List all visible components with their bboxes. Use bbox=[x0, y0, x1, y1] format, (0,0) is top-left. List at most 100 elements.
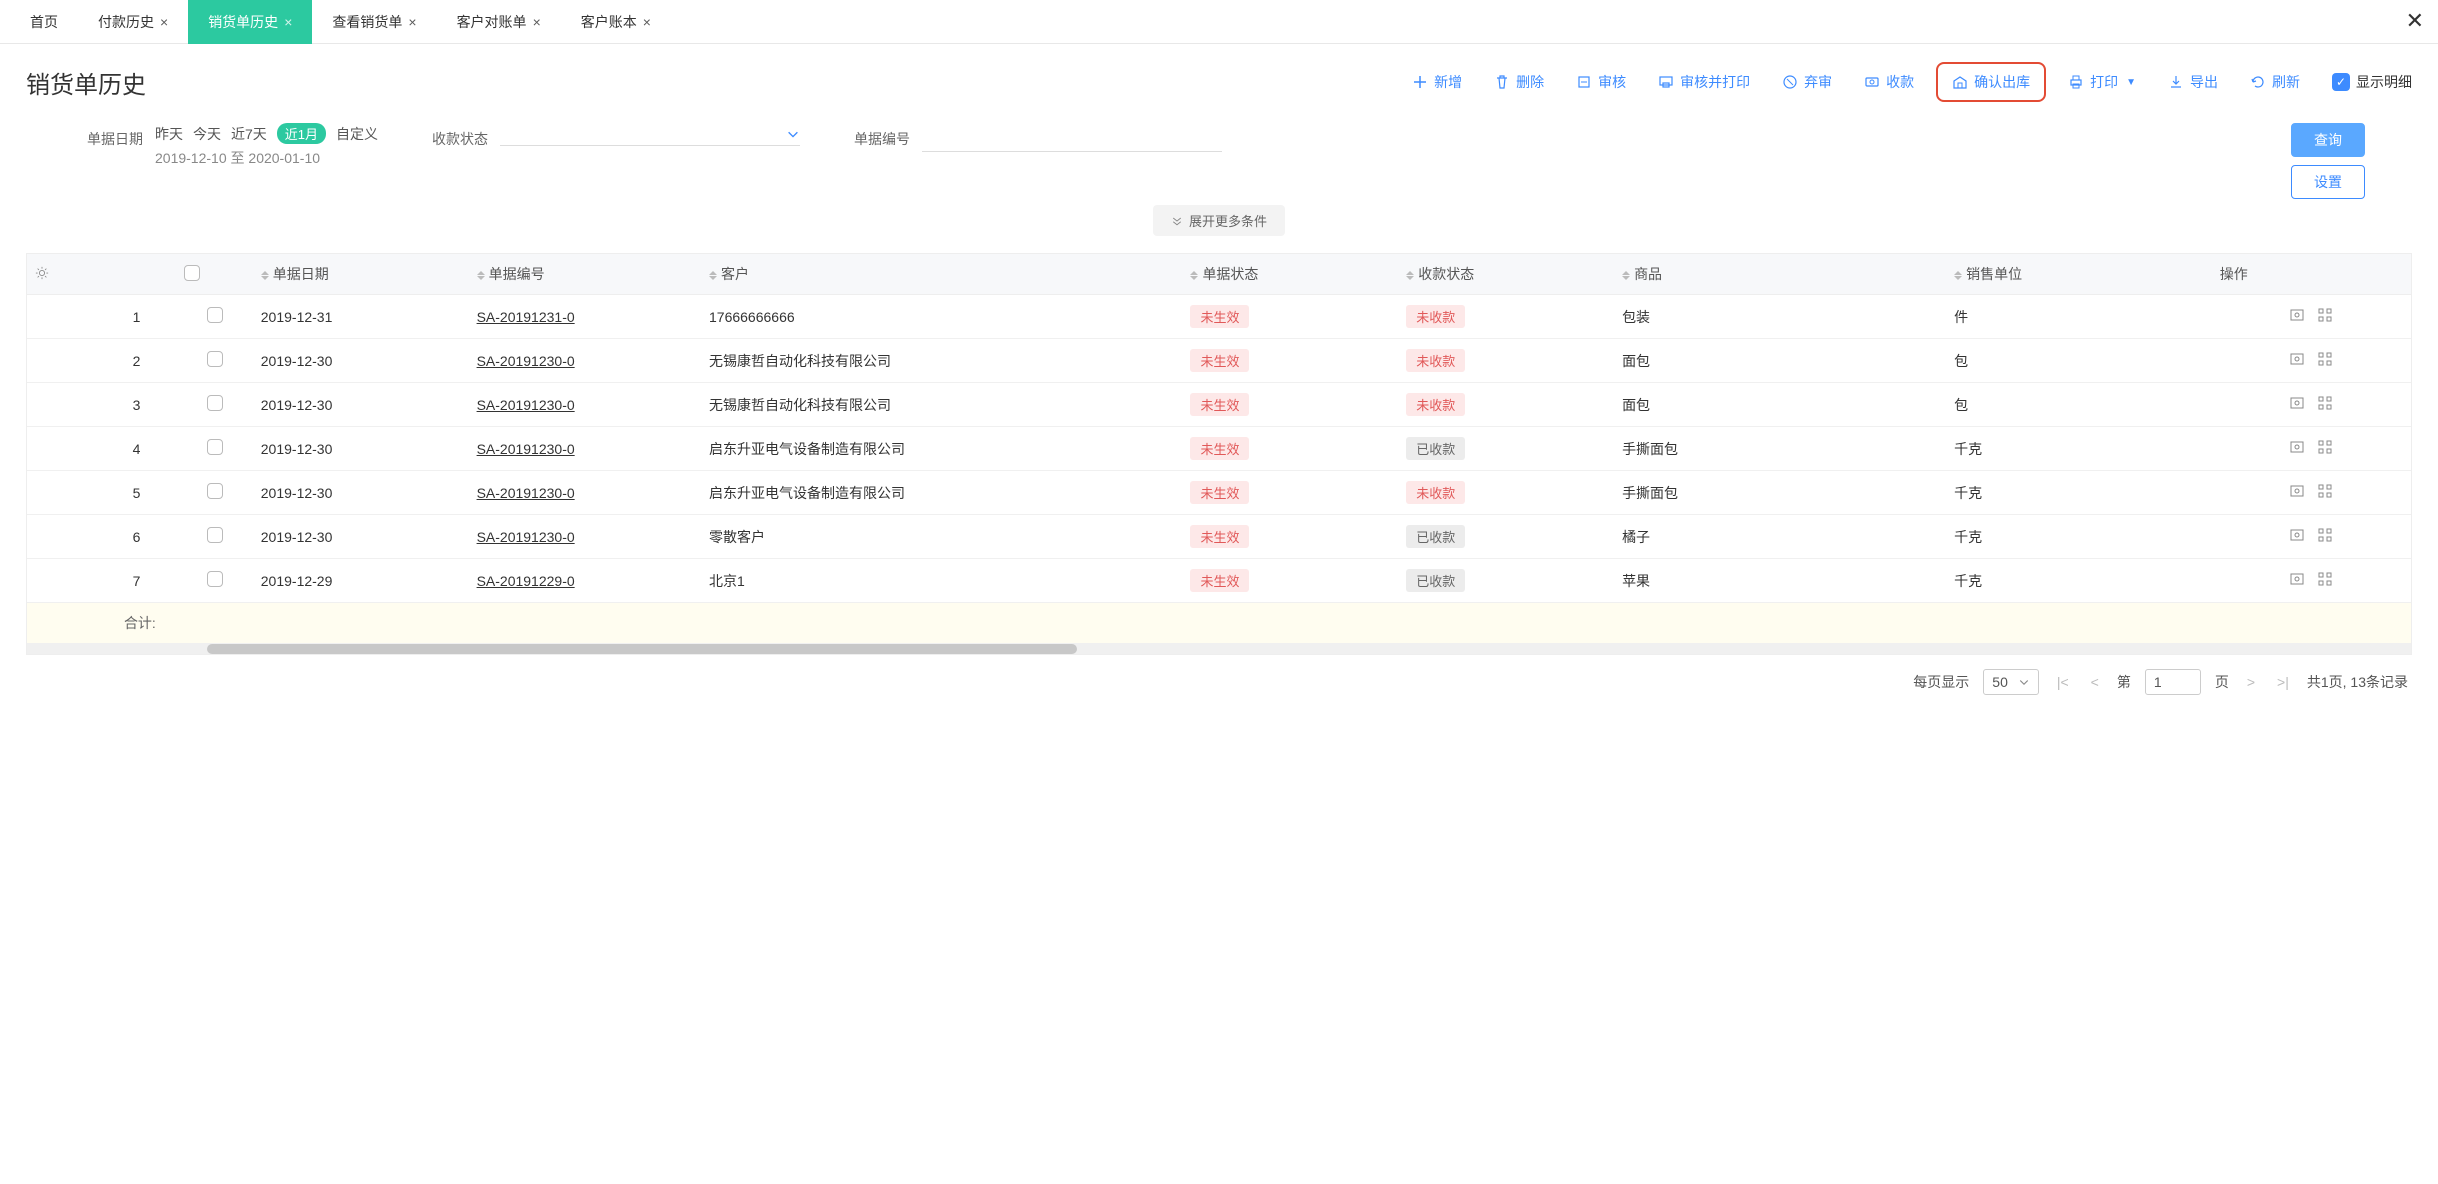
close-icon[interactable]: × bbox=[160, 14, 168, 30]
doc-status-badge: 未生效 bbox=[1190, 349, 1249, 372]
pagination: 每页显示 50 |< < 第 1 页 > >| 共1页, 13条记录 bbox=[0, 655, 2438, 709]
order-code-link[interactable]: SA-20191230-0 bbox=[477, 353, 575, 369]
more-icon[interactable] bbox=[2317, 571, 2333, 587]
money-icon bbox=[1864, 74, 1880, 90]
col-code[interactable]: 单据编号 bbox=[469, 254, 701, 295]
printer-icon bbox=[2068, 74, 2084, 90]
order-code-link[interactable]: SA-20191231-0 bbox=[477, 309, 575, 325]
doc-status-badge: 未生效 bbox=[1190, 437, 1249, 460]
audit-print-button[interactable]: 审核并打印 bbox=[1648, 66, 1760, 98]
more-icon[interactable] bbox=[2317, 527, 2333, 543]
confirm-outbound-button[interactable]: 确认出库 bbox=[1936, 62, 2046, 102]
view-icon[interactable] bbox=[2289, 395, 2305, 411]
check-icon: ✓ bbox=[2332, 73, 2350, 91]
tab-客户账本[interactable]: 客户账本× bbox=[561, 0, 671, 44]
table-row: 32019-12-30SA-20191230-0无锡康哲自动化科技有限公司未生效… bbox=[27, 383, 2411, 427]
order-code-link[interactable]: SA-20191230-0 bbox=[477, 397, 575, 413]
next-page-button[interactable]: > bbox=[2243, 674, 2259, 690]
close-icon[interactable]: × bbox=[643, 14, 651, 30]
col-unit[interactable]: 销售单位 bbox=[1946, 254, 2212, 295]
view-icon[interactable] bbox=[2289, 351, 2305, 367]
row-checkbox[interactable] bbox=[176, 383, 252, 427]
more-icon[interactable] bbox=[2317, 351, 2333, 367]
index-column bbox=[97, 254, 177, 295]
view-icon[interactable] bbox=[2289, 571, 2305, 587]
receipt-button[interactable]: 收款 bbox=[1854, 66, 1924, 98]
page-summary: 共1页, 13条记录 bbox=[2307, 672, 2408, 692]
row-checkbox[interactable] bbox=[176, 471, 252, 515]
col-product[interactable]: 商品 bbox=[1614, 254, 1946, 295]
close-icon[interactable]: × bbox=[408, 14, 416, 30]
preset-custom[interactable]: 自定义 bbox=[336, 124, 378, 144]
view-icon[interactable] bbox=[2289, 307, 2305, 323]
last-page-button[interactable]: >| bbox=[2273, 674, 2293, 690]
order-code-link[interactable]: SA-20191229-0 bbox=[477, 573, 575, 589]
col-doc-status[interactable]: 单据状态 bbox=[1182, 254, 1398, 295]
tab-客户对账单[interactable]: 客户对账单× bbox=[437, 0, 561, 44]
tab-销货单历史[interactable]: 销货单历史× bbox=[188, 0, 312, 44]
row-checkbox[interactable] bbox=[176, 295, 252, 339]
preset-week[interactable]: 近7天 bbox=[231, 124, 267, 144]
table-row: 42019-12-30SA-20191230-0启东升亚电气设备制造有限公司未生… bbox=[27, 427, 2411, 471]
doc-status-badge: 未生效 bbox=[1190, 569, 1249, 592]
print-button[interactable]: 打印 ▼ bbox=[2058, 66, 2146, 98]
more-icon[interactable] bbox=[2317, 395, 2333, 411]
col-date[interactable]: 单据日期 bbox=[253, 254, 469, 295]
double-chevron-down-icon bbox=[1171, 215, 1183, 227]
close-icon[interactable]: × bbox=[533, 14, 541, 30]
unaudit-button[interactable]: 弃审 bbox=[1772, 66, 1842, 98]
col-customer[interactable]: 客户 bbox=[701, 254, 1182, 295]
view-icon[interactable] bbox=[2289, 439, 2305, 455]
close-icon[interactable]: × bbox=[284, 14, 292, 30]
total-row: 合计: bbox=[27, 603, 2411, 644]
chevron-down-icon: ▼ bbox=[2126, 77, 2136, 88]
tab-付款历史[interactable]: 付款历史× bbox=[78, 0, 188, 44]
page-header: 销货单历史 新增 删除 审核 审核并打印 弃审 收款 确认出库 打印 ▼ 导出 … bbox=[0, 44, 2438, 114]
table-row: 52019-12-30SA-20191230-0启东升亚电气设备制造有限公司未生… bbox=[27, 471, 2411, 515]
audit-button[interactable]: 审核 bbox=[1566, 66, 1636, 98]
preset-today[interactable]: 今天 bbox=[193, 124, 221, 144]
row-checkbox[interactable] bbox=[176, 339, 252, 383]
more-icon[interactable] bbox=[2317, 439, 2333, 455]
col-pay-status[interactable]: 收款状态 bbox=[1398, 254, 1614, 295]
query-button[interactable]: 查询 bbox=[2291, 123, 2365, 157]
order-code-link[interactable]: SA-20191230-0 bbox=[477, 485, 575, 501]
filter-panel: 单据日期 昨天 今天 近7天 近1月 自定义 2019-12-10 至 2020… bbox=[26, 114, 2412, 237]
table-row: 12019-12-31SA-20191231-017666666666未生效未收… bbox=[27, 295, 2411, 339]
order-code-link[interactable]: SA-20191230-0 bbox=[477, 441, 575, 457]
code-input[interactable] bbox=[922, 123, 1222, 152]
preset-month[interactable]: 近1月 bbox=[277, 123, 326, 144]
add-button[interactable]: 新增 bbox=[1402, 66, 1472, 98]
close-all-tabs-icon[interactable]: ✕ bbox=[2406, 10, 2424, 32]
page-input[interactable]: 1 bbox=[2145, 669, 2201, 695]
more-icon[interactable] bbox=[2317, 483, 2333, 499]
view-icon[interactable] bbox=[2289, 483, 2305, 499]
tabs-bar: 首页付款历史×销货单历史×查看销货单×客户对账单×客户账本× ✕ bbox=[0, 0, 2438, 44]
sort-icon bbox=[477, 267, 485, 284]
view-icon[interactable] bbox=[2289, 527, 2305, 543]
per-page-select[interactable]: 50 bbox=[1983, 669, 2039, 695]
expand-conditions-button[interactable]: 展开更多条件 bbox=[1153, 205, 1285, 236]
tab-查看销货单[interactable]: 查看销货单× bbox=[312, 0, 436, 44]
delete-button[interactable]: 删除 bbox=[1484, 66, 1554, 98]
pay-status-badge: 已收款 bbox=[1406, 569, 1465, 592]
horizontal-scrollbar[interactable] bbox=[27, 644, 2411, 654]
select-all-checkbox[interactable] bbox=[176, 254, 252, 295]
row-checkbox[interactable] bbox=[176, 427, 252, 471]
row-checkbox[interactable] bbox=[176, 515, 252, 559]
first-page-button[interactable]: |< bbox=[2053, 674, 2073, 690]
refresh-button[interactable]: 刷新 bbox=[2240, 66, 2310, 98]
gear-column[interactable] bbox=[27, 254, 97, 295]
show-detail-checkbox[interactable]: ✓ 显示明细 bbox=[2332, 72, 2412, 92]
row-checkbox[interactable] bbox=[176, 559, 252, 603]
date-range[interactable]: 2019-12-10 至 2020-01-10 bbox=[155, 148, 378, 168]
prev-page-button[interactable]: < bbox=[2087, 674, 2103, 690]
preset-yesterday[interactable]: 昨天 bbox=[155, 124, 183, 144]
more-icon[interactable] bbox=[2317, 307, 2333, 323]
chevron-down-icon bbox=[2018, 676, 2030, 688]
export-button[interactable]: 导出 bbox=[2158, 66, 2228, 98]
pay-status-select[interactable] bbox=[500, 123, 800, 146]
tab-首页[interactable]: 首页 bbox=[10, 0, 78, 44]
settings-button[interactable]: 设置 bbox=[2291, 165, 2365, 199]
order-code-link[interactable]: SA-20191230-0 bbox=[477, 529, 575, 545]
